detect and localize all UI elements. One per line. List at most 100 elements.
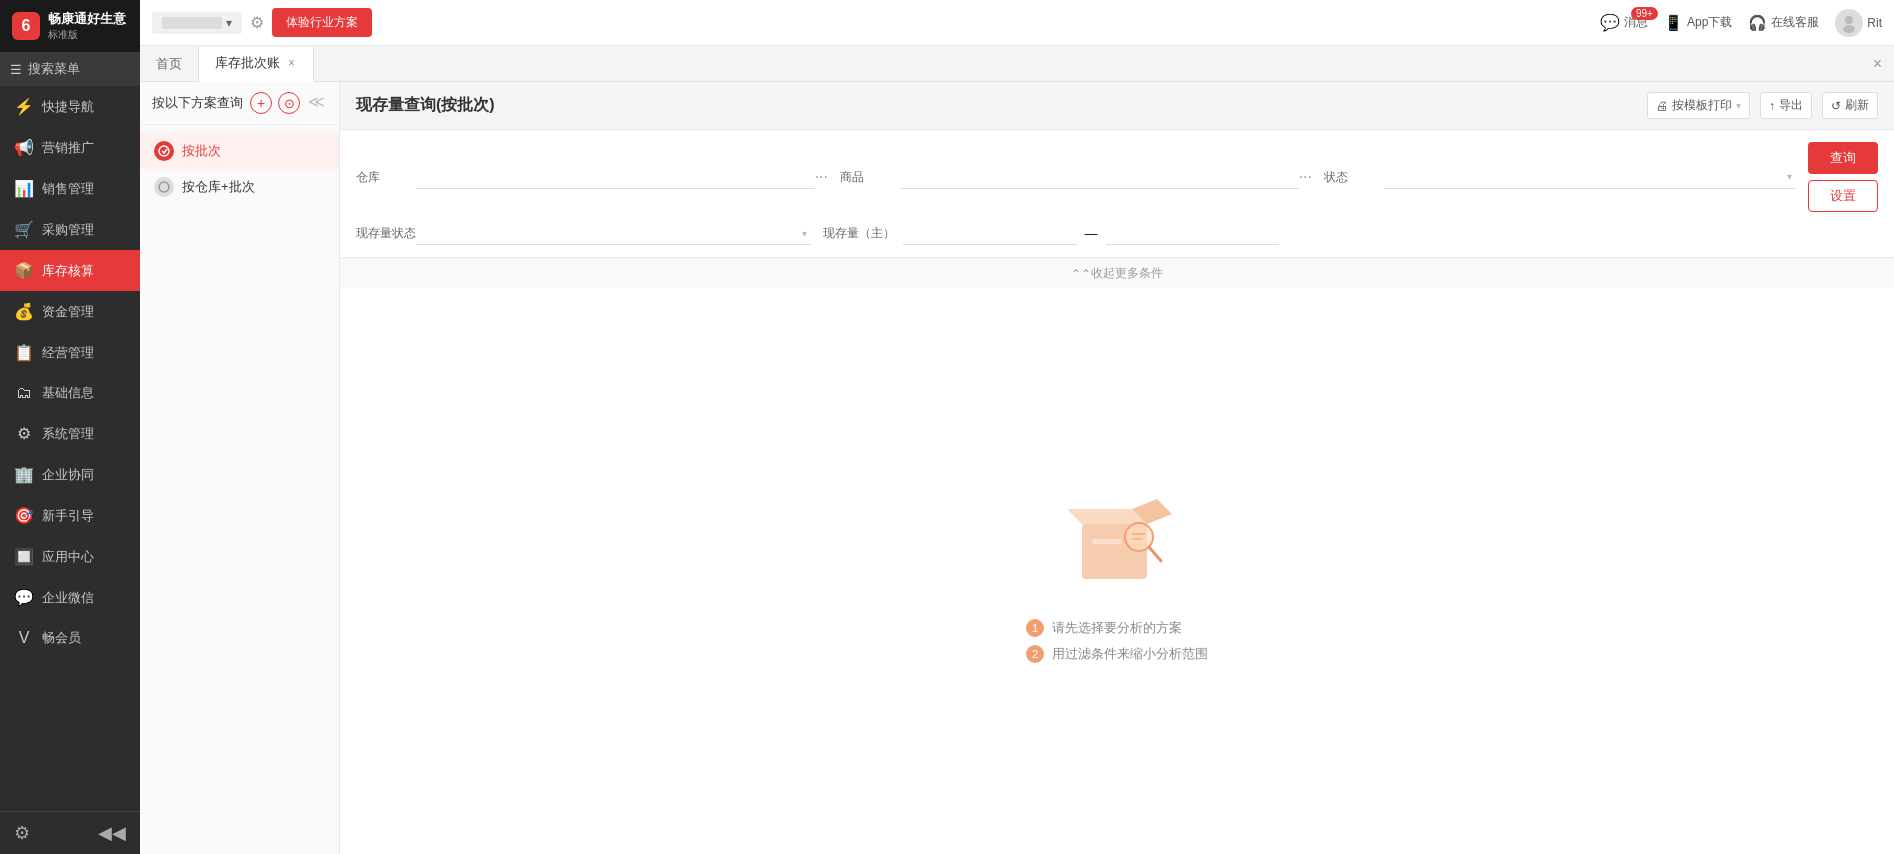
system-icon: ⚙ xyxy=(14,424,34,443)
sidebar-item-label: 系统管理 xyxy=(42,425,94,443)
tab-inventory-batch[interactable]: 库存批次账 × xyxy=(199,47,314,82)
inventory-qty-from[interactable] xyxy=(903,222,1076,245)
sales-icon: 📊 xyxy=(14,179,34,198)
left-panel: 按以下方案查询 + ⊙ ≪ 按批次 xyxy=(140,82,340,854)
warehouse-dots[interactable]: ··· xyxy=(815,168,828,186)
sidebar-item-inventory[interactable]: 📦 库存核算 xyxy=(0,250,140,291)
sidebar-item-apps[interactable]: 🔲 应用中心 xyxy=(0,536,140,577)
sidebar-item-system[interactable]: ⚙ 系统管理 xyxy=(0,413,140,454)
export-label: 导出 xyxy=(1779,97,1803,114)
scheme-item-warehouse-batch[interactable]: 按仓库+批次 xyxy=(140,169,339,205)
sidebar-item-basic-info[interactable]: 🗂 基础信息 xyxy=(0,373,140,413)
add-scheme-btn[interactable]: + xyxy=(250,92,272,114)
collapse-panel-btn[interactable]: ≪ xyxy=(306,92,327,114)
collapse-label: 收起更多条件 xyxy=(1091,265,1163,282)
sidebar-item-sales[interactable]: 📊 销售管理 xyxy=(0,168,140,209)
scheme-list: 按批次 按仓库+批次 xyxy=(140,125,339,854)
collapse-more-btn[interactable]: ⌃⌃ 收起更多条件 xyxy=(340,258,1894,288)
page-title-bar: 现存量查询(按批次) 🖨 按模板打印 ▾ ↑ 导出 ↺ 刷新 xyxy=(340,82,1894,130)
inventory-icon: 📦 xyxy=(14,261,34,280)
search-menu-item[interactable]: ☰ 搜索菜单 xyxy=(0,52,140,86)
warehouse-input[interactable] xyxy=(422,170,811,184)
sidebar-item-label: 库存核算 xyxy=(42,262,94,280)
sidebar-collapse-icon[interactable]: ◀◀ xyxy=(98,822,126,844)
sidebar-item-finance[interactable]: 💰 资金管理 xyxy=(0,291,140,332)
inventory-status-wrapper: ▾ xyxy=(416,222,811,245)
sidebar-item-label: 企业微信 xyxy=(42,589,94,607)
inventory-qty-sep: — xyxy=(1085,226,1098,241)
sidebar-item-vip[interactable]: V 畅会员 xyxy=(0,618,140,658)
page-title-actions: 🖨 按模板打印 ▾ ↑ 导出 ↺ 刷新 xyxy=(1647,92,1878,119)
page-title: 现存量查询(按批次) xyxy=(356,95,495,116)
trial-btn[interactable]: 体验行业方案 xyxy=(272,8,372,37)
message-icon: 💬 xyxy=(1600,13,1620,32)
refresh-btn[interactable]: ↺ 刷新 xyxy=(1822,92,1878,119)
quick-nav-icon: ⚡ xyxy=(14,97,34,116)
inventory-qty-to[interactable] xyxy=(1106,222,1279,245)
inventory-status-input[interactable] xyxy=(422,226,798,240)
export-btn[interactable]: ↑ 导出 xyxy=(1760,92,1812,119)
sidebar-item-guide[interactable]: 🎯 新手引导 xyxy=(0,495,140,536)
messages-btn[interactable]: 💬 消息 99+ xyxy=(1600,13,1648,32)
empty-illustration xyxy=(1057,479,1177,599)
sidebar-item-label: 采购管理 xyxy=(42,221,94,239)
scheme-item-batch[interactable]: 按批次 xyxy=(140,133,339,169)
inventory-qty-label: 现存量（主） xyxy=(823,225,895,242)
headset-icon: 🎧 xyxy=(1748,14,1767,32)
filter-settings-btn[interactable]: 设置 xyxy=(1808,180,1878,212)
topbar-settings-icon[interactable]: ⚙ xyxy=(250,13,264,32)
status-input[interactable] xyxy=(1390,170,1783,184)
print-btn[interactable]: 🖨 按模板打印 ▾ xyxy=(1647,92,1750,119)
inventory-status-dropdown[interactable]: ▾ xyxy=(802,228,807,239)
status-dropdown-icon[interactable]: ▾ xyxy=(1787,171,1792,182)
search-icon: ☰ xyxy=(10,62,22,77)
product-dots[interactable]: ··· xyxy=(1299,168,1312,186)
business-icon: 📋 xyxy=(14,343,34,362)
sidebar-item-marketing[interactable]: 📢 营销推广 xyxy=(0,127,140,168)
sidebar-item-enterprise[interactable]: 🏢 企业协同 xyxy=(0,454,140,495)
online-service-btn[interactable]: 🎧 在线客服 xyxy=(1748,14,1819,32)
phone-icon: 📱 xyxy=(1664,14,1683,32)
online-service-label: 在线客服 xyxy=(1771,14,1819,31)
print-dropdown-icon[interactable]: ▾ xyxy=(1736,100,1741,111)
query-btn[interactable]: 查询 xyxy=(1808,142,1878,174)
user-profile-btn[interactable]: Rit xyxy=(1835,9,1882,37)
tab-home[interactable]: 首页 xyxy=(140,46,199,81)
left-panel-header: 按以下方案查询 + ⊙ ≪ xyxy=(140,82,339,125)
enterprise-icon: 🏢 xyxy=(14,465,34,484)
sidebar-item-label: 应用中心 xyxy=(42,548,94,566)
scheme-settings-btn[interactable]: ⊙ xyxy=(278,92,300,114)
sidebar-item-quick-nav[interactable]: ⚡ 快捷导航 xyxy=(0,86,140,127)
empty-hints: 1 请先选择要分析的方案 2 用过滤条件来缩小分析范围 xyxy=(1026,619,1208,663)
scheme-icon-active xyxy=(154,141,174,161)
app-name: 畅康通好生意 xyxy=(48,10,126,28)
inventory-status-label: 现存量状态 xyxy=(356,225,416,242)
hint-num-2: 2 xyxy=(1026,645,1044,663)
sidebar-item-label: 销售管理 xyxy=(42,180,94,198)
purchase-icon: 🛒 xyxy=(14,220,34,239)
svg-point-0 xyxy=(1845,16,1853,24)
hint-text-2: 用过滤条件来缩小分析范围 xyxy=(1052,645,1208,663)
sidebar-item-business[interactable]: 📋 经营管理 xyxy=(0,332,140,373)
app-version: 标准版 xyxy=(48,28,126,42)
topbar: ▾ ⚙ 体验行业方案 💬 消息 99+ 📱 App下载 🎧 在线客服 xyxy=(140,0,1894,46)
product-input[interactable] xyxy=(906,170,1295,184)
empty-hint-1: 1 请先选择要分析的方案 xyxy=(1026,619,1208,637)
filter-row-1: 仓库 ··· 商品 ··· 状态 xyxy=(356,142,1878,212)
sidebar-item-wechat[interactable]: 💬 企业微信 xyxy=(0,577,140,618)
filter-actions: 查询 设置 xyxy=(1808,142,1878,212)
wechat-icon: 💬 xyxy=(14,588,34,607)
sidebar-item-label: 新手引导 xyxy=(42,507,94,525)
settings-footer-icon[interactable]: ⚙ xyxy=(14,822,30,844)
global-close-btn[interactable]: × xyxy=(1861,55,1894,73)
empty-state: 1 请先选择要分析的方案 2 用过滤条件来缩小分析范围 xyxy=(340,288,1894,854)
avatar xyxy=(1835,9,1863,37)
breadcrumb: ▾ xyxy=(152,12,242,34)
sidebar-item-label: 营销推广 xyxy=(42,139,94,157)
tab-close-btn[interactable]: × xyxy=(286,55,297,71)
apps-icon: 🔲 xyxy=(14,547,34,566)
scheme-list-inner: 按批次 按仓库+批次 xyxy=(140,125,339,213)
app-download-btn[interactable]: 📱 App下载 xyxy=(1664,14,1732,32)
sidebar-item-purchase[interactable]: 🛒 采购管理 xyxy=(0,209,140,250)
scheme-icon-inactive xyxy=(154,177,174,197)
